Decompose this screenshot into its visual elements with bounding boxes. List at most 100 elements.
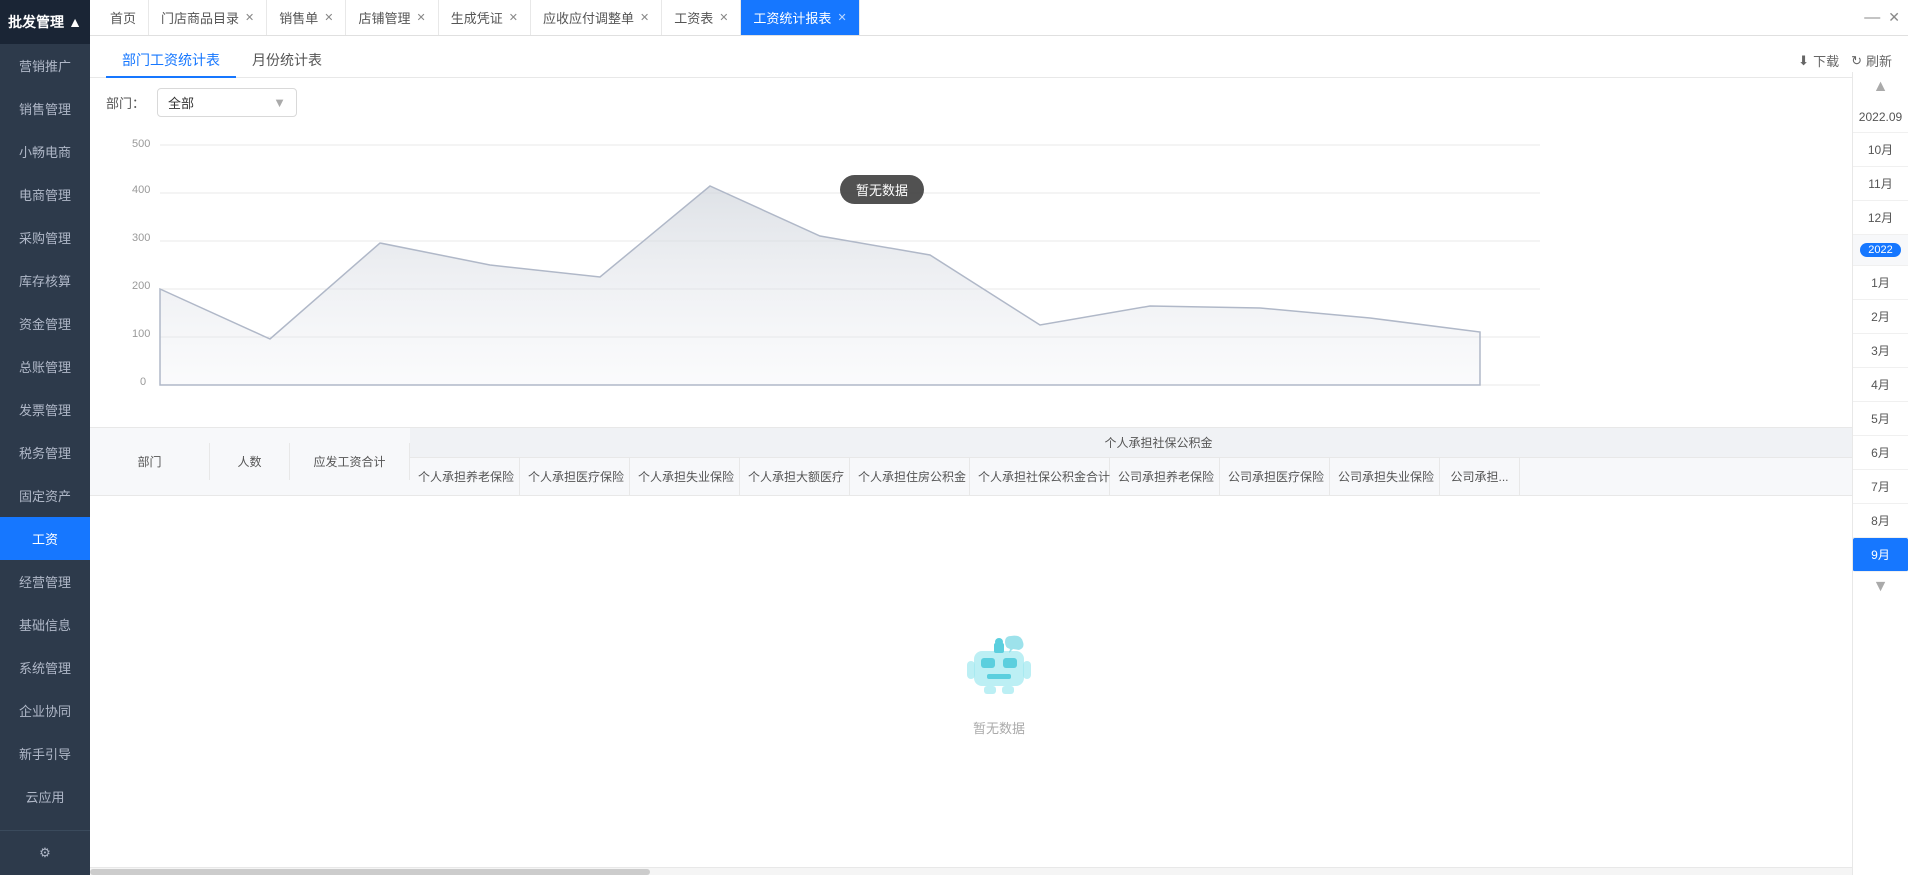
sidebar-item-yyyg[interactable]: 云应用 [0,775,90,818]
date-oct[interactable]: 10月 [1853,133,1908,167]
refresh-button[interactable]: ↻ 刷新 [1851,51,1892,70]
sub-tab-dept[interactable]: 部门工资统计表 [106,44,236,78]
tab-store-catalog[interactable]: 门店商品目录 ✕ [149,0,267,36]
date-feb[interactable]: 2月 [1853,300,1908,334]
date-year-2022: 2022 [1853,235,1908,266]
download-button[interactable]: ⬇ 下载 [1798,51,1839,70]
tab-ar-ap[interactable]: 应收应付调整单 ✕ [531,0,662,36]
date-apr[interactable]: 4月 [1853,368,1908,402]
svg-text:300: 300 [132,232,150,244]
table-header: 部门 人数 应发工资合计 个人承担社保公积金 个人承担养老保险 个人承担医疗保险 [90,428,1908,496]
window-minimize[interactable]: — [1864,9,1880,27]
th-group-cols: 个人承担养老保险 个人承担医疗保险 个人承担失业保险 个人承担大额医疗 个人承担… [410,458,1907,495]
th-grp-5: 个人承担社保公积金合计 [970,458,1110,495]
tab-bar: 首页 门店商品目录 ✕ 销售单 ✕ 店铺管理 ✕ 生成凭证 ✕ 应收应付调整单 … [90,0,1908,36]
sidebar-item-yxtt[interactable]: 营销推广 [0,44,90,87]
sidebar-item-jygl[interactable]: 经营管理 [0,560,90,603]
empty-state: 暂无数据 [90,496,1908,867]
dept-select[interactable]: 全部 ▼ [157,88,297,117]
th-grp-7: 公司承担医疗保险 [1220,458,1330,495]
tab-payroll[interactable]: 工资表 ✕ [662,0,741,36]
sidebar-item-gdzcx[interactable]: 固定资产 [0,474,90,517]
date-jan[interactable]: 1月 [1853,266,1908,300]
close-icon[interactable]: ✕ [837,11,846,24]
date-2022-09[interactable]: 2022.09 [1853,102,1908,133]
svg-text:500: 500 [132,138,150,150]
th-grp-6: 公司承担养老保险 [1110,458,1220,495]
chevron-down-icon: ▼ [273,95,286,110]
dept-label: 部门： [106,93,145,112]
filter-row: 部门： 全部 ▼ [90,78,1908,127]
sidebar-item-xcdsc[interactable]: 小畅电商 [0,130,90,173]
sidebar-item-xsgl[interactable]: 销售管理 [0,87,90,130]
close-icon[interactable]: ✕ [719,11,728,24]
tab-sales[interactable]: 销售单 ✕ [267,0,346,36]
th-grp-9: 公司承担... [1440,458,1520,495]
date-panel: ▲ 2022.09 10月 11月 12月 2022 1月 2月 [1852,72,1908,875]
refresh-icon: ↻ [1851,53,1862,69]
window-close[interactable]: ✕ [1888,9,1900,26]
tab-home[interactable]: 首页 [98,0,149,36]
toolbar-actions: ⬇ 下载 ↻ 刷新 [1798,51,1892,70]
sidebar-arrow: ▲ [68,14,82,30]
sidebar-item-jcxx[interactable]: 基础信息 [0,603,90,646]
h-scrollbar-thumb[interactable] [90,869,650,875]
sidebar-item-zzgl[interactable]: 总账管理 [0,345,90,388]
empty-text: 暂无数据 [973,718,1025,737]
th-grp-2: 个人承担失业保险 [630,458,740,495]
gear-icon: ⚙ [39,845,51,860]
date-jun[interactable]: 6月 [1853,436,1908,470]
date-jul[interactable]: 7月 [1853,470,1908,504]
date-may[interactable]: 5月 [1853,402,1908,436]
chart-container: 0 100 200 300 400 500 [90,127,1908,427]
close-icon[interactable]: ✕ [417,11,426,24]
svg-text:100: 100 [132,328,150,340]
tab-voucher[interactable]: 生成凭证 ✕ [439,0,531,36]
sidebar-item-cggl[interactable]: 采购管理 [0,216,90,259]
close-icon[interactable]: ✕ [324,11,333,24]
sidebar: 批发管理 ▲ 营销推广 销售管理 小畅电商 电商管理 采购管理 库存核算 资金管… [0,0,90,875]
tab-shop-mgmt[interactable]: 店铺管理 ✕ [346,0,438,36]
svg-text:400: 400 [132,184,150,196]
date-up-arrow[interactable]: ▲ [1867,72,1895,102]
th-count: 人数 [210,443,290,480]
sidebar-item-zjgl[interactable]: 资金管理 [0,302,90,345]
main-area: 首页 门店商品目录 ✕ 销售单 ✕ 店铺管理 ✕ 生成凭证 ✕ 应收应付调整单 … [90,0,1908,875]
sidebar-item-swgl[interactable]: 税务管理 [0,431,90,474]
svg-text:200: 200 [132,280,150,292]
sub-tab-bar: 部门工资统计表 月份统计表 ⬇ 下载 ↻ 刷新 [90,36,1908,78]
sidebar-item-kchsn[interactable]: 库存核算 [0,259,90,302]
date-mar[interactable]: 3月 [1853,334,1908,368]
sidebar-item-fpgl[interactable]: 发票管理 [0,388,90,431]
sidebar-settings[interactable]: ⚙ [0,830,90,875]
th-dept: 部门 [90,443,210,480]
svg-text:0: 0 [140,376,146,388]
sidebar-title: 批发管理 [8,12,64,32]
th-grp-0: 个人承担养老保险 [410,458,520,495]
th-grp-4: 个人承担住房公积金 [850,458,970,495]
date-nov[interactable]: 11月 [1853,167,1908,201]
close-icon[interactable]: ✕ [245,11,254,24]
sidebar-item-xsyd[interactable]: 新手引导 [0,732,90,775]
th-total: 应发工资合计 [290,443,410,480]
th-grp-1: 个人承担医疗保险 [520,458,630,495]
sub-tab-month[interactable]: 月份统计表 [236,44,338,78]
sidebar-header[interactable]: 批发管理 ▲ [0,0,90,44]
sidebar-item-dscgl[interactable]: 电商管理 [0,173,90,216]
sidebar-item-qyxt[interactable]: 企业协同 [0,689,90,732]
sidebar-item-xtgl[interactable]: 系统管理 [0,646,90,689]
tab-payroll-report[interactable]: 工资统计报表 ✕ [741,0,859,36]
th-grp-3: 个人承担大额医疗 [740,458,850,495]
th-grp-8: 公司承担失业保险 [1330,458,1440,495]
date-aug[interactable]: 8月 [1853,504,1908,538]
area-chart: 0 100 200 300 400 500 [110,137,1888,397]
content-area: 部门工资统计表 月份统计表 ⬇ 下载 ↻ 刷新 部门： 全部 ▼ [90,36,1908,875]
empty-robot-icon [959,626,1039,706]
th-group-header: 个人承担社保公积金 [410,428,1907,458]
date-dec[interactable]: 12月 [1853,201,1908,235]
sidebar-item-gz[interactable]: 工资 [0,517,90,560]
date-down-arrow[interactable]: ▼ [1867,572,1895,602]
close-icon[interactable]: ✕ [640,11,649,24]
date-sep-active[interactable]: 9月 [1853,538,1908,572]
close-icon[interactable]: ✕ [509,11,518,24]
